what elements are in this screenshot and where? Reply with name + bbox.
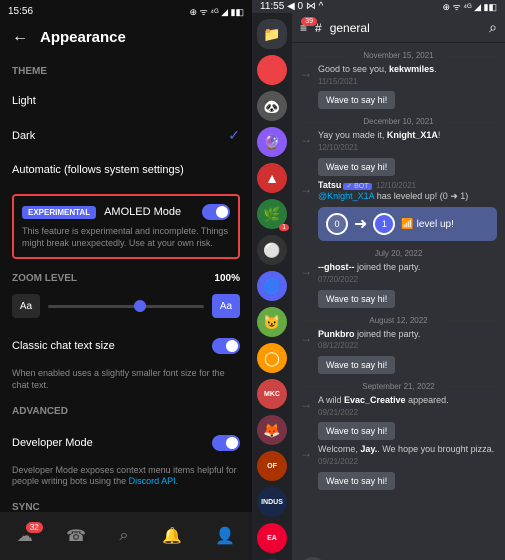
date-divider: August 12, 2022 [300, 316, 497, 325]
wave-button[interactable]: Wave to say hi! [318, 356, 395, 374]
arrow-icon: → [300, 182, 312, 241]
nav-friends-icon[interactable]: ☎ [66, 526, 86, 546]
levelup-card: 0➜1📶 level up! [318, 207, 497, 241]
classic-text-row[interactable]: Classic chat text size [12, 328, 240, 364]
dev-mode-row[interactable]: Developer Mode [12, 425, 240, 461]
server-icon[interactable]: 🐼 [257, 91, 287, 121]
time-left: 15:56 [8, 6, 33, 17]
arrow-icon: → [300, 446, 312, 489]
server-icon[interactable]: ◯ [257, 343, 287, 373]
server-icon[interactable]: EA [257, 523, 287, 553]
status-bar-left: 15:56 ⊕ ᯤ ⁴ᴳ ◢ ▮◧ [0, 0, 252, 22]
server-icon[interactable]: 🔮 [257, 127, 287, 157]
dev-hint: Developer Mode exposes context menu item… [12, 465, 240, 488]
channel-name[interactable]: general [330, 21, 370, 35]
server-column: 📁🐼🔮▲🌿1⚪🌀😺◯MKC🦊OFINDUSEA👟 [252, 13, 292, 560]
aa-small-icon[interactable]: Aa [12, 294, 40, 318]
date-divider: September 21, 2022 [300, 382, 497, 391]
zoom-value: 100% [214, 273, 240, 284]
composer: + 🎁 Message #general 😊 [292, 551, 505, 560]
bottom-nav: ☁32 ☎ ⌕ 🔔 👤 [0, 512, 252, 560]
date-divider: November 15, 2021 [300, 51, 497, 60]
message-row[interactable]: →Yay you made it, Knight_X1A!12/10/2021W… [300, 130, 497, 175]
wave-button[interactable]: Wave to say hi! [318, 290, 395, 308]
wave-button[interactable]: Wave to say hi! [318, 91, 395, 109]
server-icon[interactable]: INDUS [257, 487, 287, 517]
advanced-title: ADVANCED [12, 406, 240, 417]
filter-icon[interactable]: ≡39 [300, 21, 307, 35]
wave-button[interactable]: Wave to say hi! [318, 422, 395, 440]
wave-button[interactable]: Wave to say hi! [318, 158, 395, 176]
server-icon[interactable]: 🌿1 [257, 199, 287, 229]
theme-auto-row[interactable]: Automatic (follows system settings) [12, 154, 240, 186]
arrow-icon: → [300, 66, 312, 109]
appearance-header: ← Appearance [0, 22, 252, 52]
discord-api-link[interactable]: Discord API [129, 476, 176, 486]
theme-light-row[interactable]: Light [12, 85, 240, 117]
server-icon[interactable]: 🦊 [257, 415, 287, 445]
zoom-title: ZOOM LEVEL [12, 273, 77, 284]
server-icon[interactable] [257, 55, 287, 85]
back-icon[interactable]: ← [12, 28, 28, 46]
dev-toggle[interactable] [212, 435, 240, 451]
message-row[interactable]: →Tatsu✓ BOT 12/10/2021@Knight_X1A has le… [300, 180, 497, 241]
theme-dark-row[interactable]: Dark✓ [12, 117, 240, 154]
message-row[interactable]: →Welcome, Jay.. We hope you brought pizz… [300, 444, 497, 489]
message-row[interactable]: →Punkbro joined the party.08/12/2022Wave… [300, 329, 497, 374]
server-icon[interactable]: ▲ [257, 163, 287, 193]
arrow-icon: → [300, 132, 312, 175]
arrow-icon: → [300, 264, 312, 307]
server-icon[interactable]: MKC [257, 379, 287, 409]
server-icon[interactable]: OF [257, 451, 287, 481]
aa-large-icon[interactable]: Aa [212, 294, 240, 318]
server-icon[interactable]: ⚪ [257, 235, 287, 265]
server-icon[interactable]: 📁 [257, 19, 287, 49]
page-title: Appearance [40, 29, 126, 46]
amoled-label: AMOLED Mode [104, 206, 194, 218]
wave-button[interactable]: Wave to say hi! [318, 472, 395, 490]
date-divider: December 10, 2021 [300, 117, 497, 126]
zoom-slider[interactable] [48, 305, 204, 308]
status-icons-right: ⊕ ᯤ ⁴ᴳ ◢ ▮◧ [443, 0, 497, 13]
experimental-tag: EXPERIMENTAL [22, 206, 96, 219]
amoled-box: EXPERIMENTAL AMOLED Mode This feature is… [12, 194, 240, 259]
status-icons-left: ⊕ ᯤ ⁴ᴳ ◢ ▮◧ [190, 5, 244, 18]
amoled-hint: This feature is experimental and incompl… [22, 226, 230, 249]
nav-badge: 32 [26, 522, 43, 533]
nav-mentions-icon[interactable]: 🔔 [162, 526, 182, 546]
time-right: 11:55 ◀ 0 ⋈ ^ [260, 1, 323, 12]
classic-toggle[interactable] [212, 338, 240, 354]
message-row[interactable]: →--ghost-- joined the party.07/20/2022Wa… [300, 262, 497, 307]
amoled-toggle[interactable] [202, 204, 230, 220]
check-icon: ✓ [228, 127, 240, 144]
date-divider: July 20, 2022 [300, 249, 497, 258]
channel-header: ≡39 # general ⌕ [292, 13, 505, 43]
server-icon[interactable]: 😺 [257, 307, 287, 337]
status-bar-right: 11:55 ◀ 0 ⋈ ^ ⊕ ᯤ ⁴ᴳ ◢ ▮◧ [252, 0, 505, 13]
message-row[interactable]: →Good to see you, kekwmiles.11/15/2021Wa… [300, 64, 497, 109]
nav-home-icon[interactable]: ☁32 [17, 526, 33, 546]
arrow-icon: → [300, 397, 312, 440]
server-icon[interactable]: 🌀 [257, 271, 287, 301]
classic-hint: When enabled uses a slightly smaller fon… [12, 368, 240, 391]
theme-section-title: THEME [12, 66, 240, 77]
message-row[interactable]: →A wild Evac_Creative appeared.09/21/202… [300, 395, 497, 440]
nav-profile-icon[interactable]: 👤 [215, 526, 235, 546]
nav-search-icon[interactable]: ⌕ [120, 527, 129, 545]
message-list[interactable]: November 15, 2021 →Good to see you, kekwm… [292, 43, 505, 551]
search-icon[interactable]: ⌕ [489, 19, 497, 36]
arrow-icon: → [300, 331, 312, 374]
